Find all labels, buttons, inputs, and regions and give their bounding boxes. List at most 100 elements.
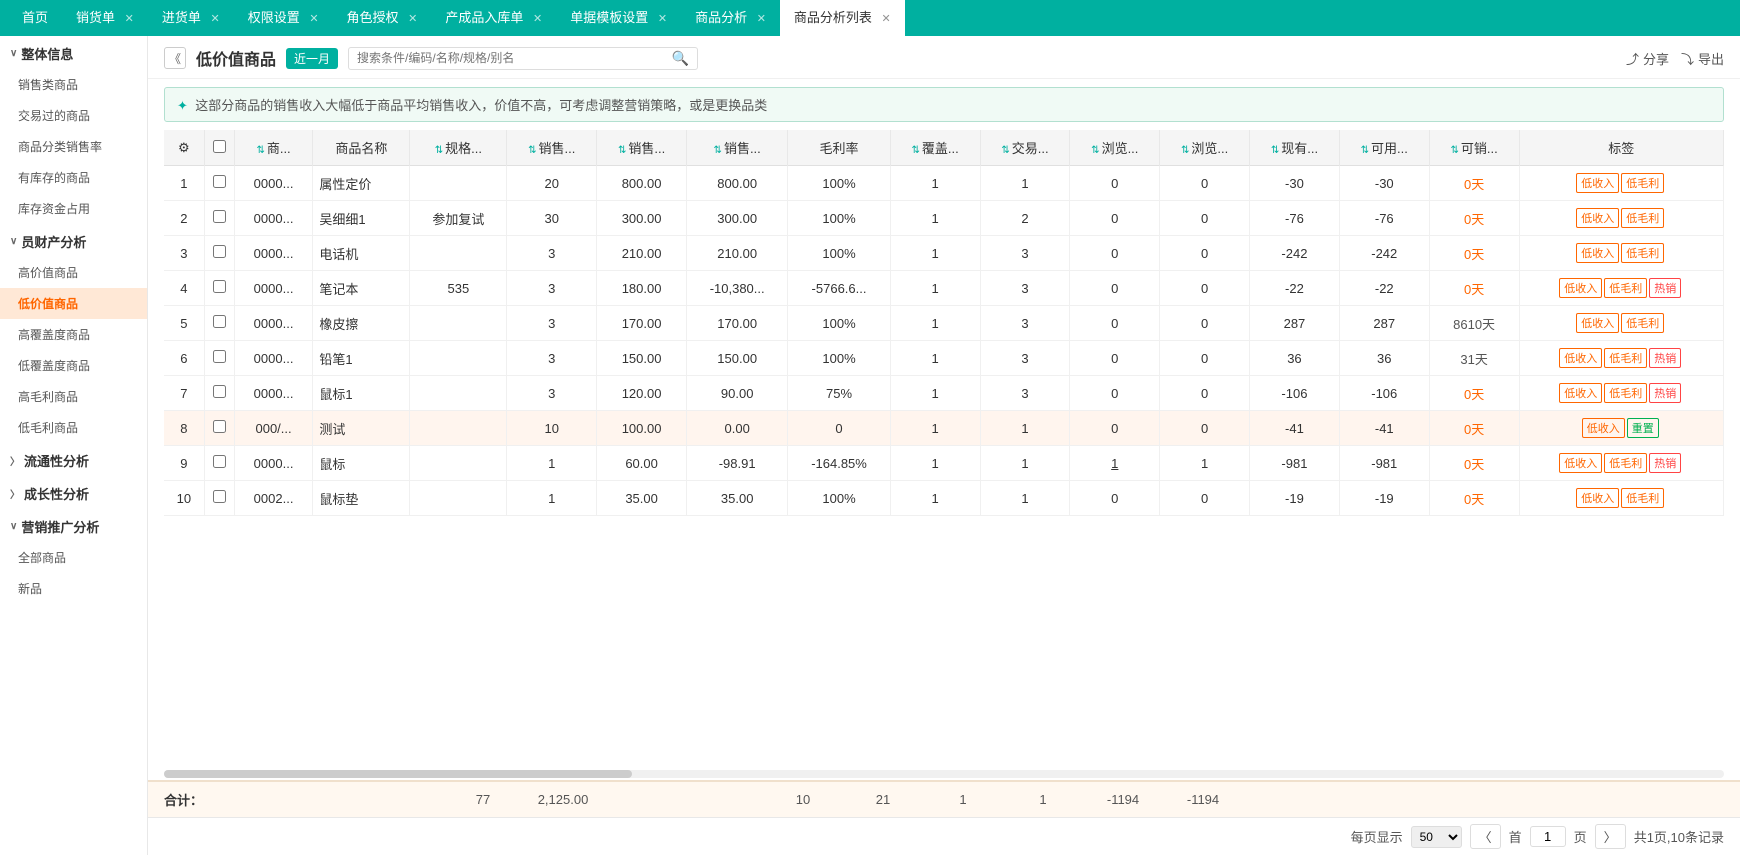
row-checkbox[interactable] bbox=[213, 210, 226, 223]
row-checkbox-cell[interactable] bbox=[204, 446, 234, 481]
horizontal-scrollbar[interactable] bbox=[164, 770, 1724, 778]
col-margin[interactable]: 毛利率 bbox=[788, 130, 890, 166]
row-checkbox-cell[interactable] bbox=[204, 341, 234, 376]
sidebar-item-high-value[interactable]: 高价值商品 bbox=[0, 257, 147, 288]
sort-icon-qty: ⇅ bbox=[528, 145, 536, 156]
search-input[interactable] bbox=[357, 51, 672, 65]
row-checkbox-cell[interactable] bbox=[204, 201, 234, 236]
scrollbar-thumb[interactable] bbox=[164, 770, 632, 778]
col-browse1[interactable]: ⇅浏览... bbox=[1070, 130, 1160, 166]
col-sales1[interactable]: ⇅销售... bbox=[597, 130, 687, 166]
sidebar-item-low-coverage[interactable]: 低覆盖度商品 bbox=[0, 350, 147, 381]
row-browse1[interactable]: 0 bbox=[1070, 306, 1160, 341]
sidebar-item-low-value[interactable]: 低价值商品 bbox=[0, 288, 147, 319]
nav-warehouse-close[interactable]: ✕ bbox=[533, 13, 542, 25]
per-page-select[interactable]: 50 100 200 bbox=[1411, 826, 1462, 848]
nav-purchase-close[interactable]: ✕ bbox=[210, 13, 219, 25]
nav-home[interactable]: 首页 bbox=[8, 0, 62, 36]
nav-sales[interactable]: 销货单 ✕ bbox=[62, 0, 148, 36]
nav-purchase[interactable]: 进货单 ✕ bbox=[148, 0, 234, 36]
sidebar-item-low-margin[interactable]: 低毛利商品 bbox=[0, 412, 147, 443]
sidebar-item-all-goods[interactable]: 全部商品 bbox=[0, 542, 147, 573]
col-trade[interactable]: ⇅交易... bbox=[980, 130, 1070, 166]
row-checkbox-cell[interactable] bbox=[204, 271, 234, 306]
col-code[interactable]: ⇅商... bbox=[234, 130, 313, 166]
tag-badge: 热销 bbox=[1649, 383, 1681, 403]
row-checkbox-cell[interactable] bbox=[204, 376, 234, 411]
row-browse1[interactable]: 0 bbox=[1070, 481, 1160, 516]
col-spec[interactable]: ⇅规格... bbox=[410, 130, 507, 166]
sidebar-group-finance[interactable]: ∨ 员财产分析 bbox=[0, 224, 147, 257]
sidebar-item-new-goods[interactable]: 新品 bbox=[0, 573, 147, 604]
nav-permissions[interactable]: 权限设置 ✕ bbox=[234, 0, 333, 36]
next-page-button[interactable]: 〉 bbox=[1595, 824, 1626, 849]
row-checkbox[interactable] bbox=[213, 315, 226, 328]
sidebar-item-stock-goods[interactable]: 有库存的商品 bbox=[0, 162, 147, 193]
nav-goods-list-close[interactable]: ✕ bbox=[882, 13, 891, 25]
select-all-checkbox[interactable] bbox=[213, 140, 226, 153]
col-select-all[interactable] bbox=[204, 130, 234, 166]
nav-permissions-close[interactable]: ✕ bbox=[309, 13, 318, 25]
nav-roles[interactable]: 角色授权 ✕ bbox=[333, 0, 432, 36]
sidebar-group-growth[interactable]: 〉 成长性分析 bbox=[0, 476, 147, 509]
nav-template[interactable]: 单据模板设置 ✕ bbox=[556, 0, 681, 36]
row-checkbox[interactable] bbox=[213, 175, 226, 188]
sidebar-group-marketing[interactable]: ∨ 营销推广分析 bbox=[0, 509, 147, 542]
row-browse1[interactable]: 0 bbox=[1070, 236, 1160, 271]
row-browse1[interactable]: 0 bbox=[1070, 411, 1160, 446]
col-browse2[interactable]: ⇅浏览... bbox=[1160, 130, 1250, 166]
row-checkbox-cell[interactable] bbox=[204, 306, 234, 341]
row-checkbox-cell[interactable] bbox=[204, 411, 234, 446]
nav-template-close[interactable]: ✕ bbox=[658, 13, 667, 25]
row-checkbox-cell[interactable] bbox=[204, 236, 234, 271]
table-container[interactable]: ⚙ ⇅商... 商品名称 ⇅规格... ⇅销售... ⇅销售... ⇅销售...… bbox=[148, 130, 1740, 768]
search-icon[interactable]: 🔍 bbox=[672, 50, 689, 67]
row-checkbox-cell[interactable] bbox=[204, 481, 234, 516]
browse1-val: 0 bbox=[1111, 421, 1118, 436]
sidebar-item-category-sales-rate[interactable]: 商品分类销售率 bbox=[0, 131, 147, 162]
row-browse1[interactable]: 1 bbox=[1070, 446, 1160, 481]
sidebar-item-sales-goods[interactable]: 销售类商品 bbox=[0, 69, 147, 100]
nav-goods-analysis[interactable]: 商品分析 ✕ bbox=[681, 0, 780, 36]
row-browse1[interactable]: 0 bbox=[1070, 166, 1160, 201]
sidebar-item-high-margin[interactable]: 高毛利商品 bbox=[0, 381, 147, 412]
page-number-input[interactable] bbox=[1530, 826, 1566, 847]
nav-goods-analysis-close[interactable]: ✕ bbox=[757, 13, 766, 25]
sidebar-item-traded-goods[interactable]: 交易过的商品 bbox=[0, 100, 147, 131]
col-current[interactable]: ⇅现有... bbox=[1250, 130, 1340, 166]
row-browse1[interactable]: 0 bbox=[1070, 201, 1160, 236]
row-browse1[interactable]: 0 bbox=[1070, 271, 1160, 306]
sidebar-item-capital[interactable]: 库存资金占用 bbox=[0, 193, 147, 224]
export-button[interactable]: ⤵ 导出 bbox=[1681, 49, 1724, 68]
row-browse1[interactable]: 0 bbox=[1070, 341, 1160, 376]
row-checkbox-cell[interactable] bbox=[204, 166, 234, 201]
nav-goods-list[interactable]: 商品分析列表 ✕ bbox=[780, 0, 905, 36]
browse1-link[interactable]: 1 bbox=[1111, 456, 1118, 471]
row-checkbox[interactable] bbox=[213, 350, 226, 363]
row-sales2: -98.91 bbox=[687, 446, 788, 481]
sidebar-group-overview[interactable]: ∨ 整体信息 bbox=[0, 36, 147, 69]
col-salable[interactable]: ⇅可销... bbox=[1429, 130, 1519, 166]
first-page-button[interactable]: 〈 bbox=[1470, 824, 1501, 849]
nav-roles-close[interactable]: ✕ bbox=[408, 13, 417, 25]
row-browse1[interactable]: 0 bbox=[1070, 376, 1160, 411]
nav-sales-close[interactable]: ✕ bbox=[125, 13, 134, 25]
share-button[interactable]: ⤴ 分享 bbox=[1626, 49, 1669, 68]
nav-warehouse[interactable]: 产成品入库单 ✕ bbox=[431, 0, 556, 36]
col-settings[interactable]: ⚙ bbox=[164, 130, 204, 166]
row-checkbox[interactable] bbox=[213, 455, 226, 468]
sidebar-group-flow[interactable]: 〉 流通性分析 bbox=[0, 443, 147, 476]
row-checkbox[interactable] bbox=[213, 280, 226, 293]
col-coverage[interactable]: ⇅覆盖... bbox=[890, 130, 980, 166]
row-checkbox[interactable] bbox=[213, 420, 226, 433]
collapse-sidebar-button[interactable]: 《 bbox=[164, 47, 186, 69]
sidebar-item-high-coverage[interactable]: 高覆盖度商品 bbox=[0, 319, 147, 350]
filter-tag-recent[interactable]: 近一月 bbox=[286, 48, 338, 69]
col-sales2[interactable]: ⇅销售... bbox=[687, 130, 788, 166]
col-available[interactable]: ⇅可用... bbox=[1339, 130, 1429, 166]
row-checkbox[interactable] bbox=[213, 245, 226, 258]
col-qty[interactable]: ⇅销售... bbox=[507, 130, 597, 166]
row-checkbox[interactable] bbox=[213, 385, 226, 398]
row-checkbox[interactable] bbox=[213, 490, 226, 503]
col-name[interactable]: 商品名称 bbox=[313, 130, 410, 166]
